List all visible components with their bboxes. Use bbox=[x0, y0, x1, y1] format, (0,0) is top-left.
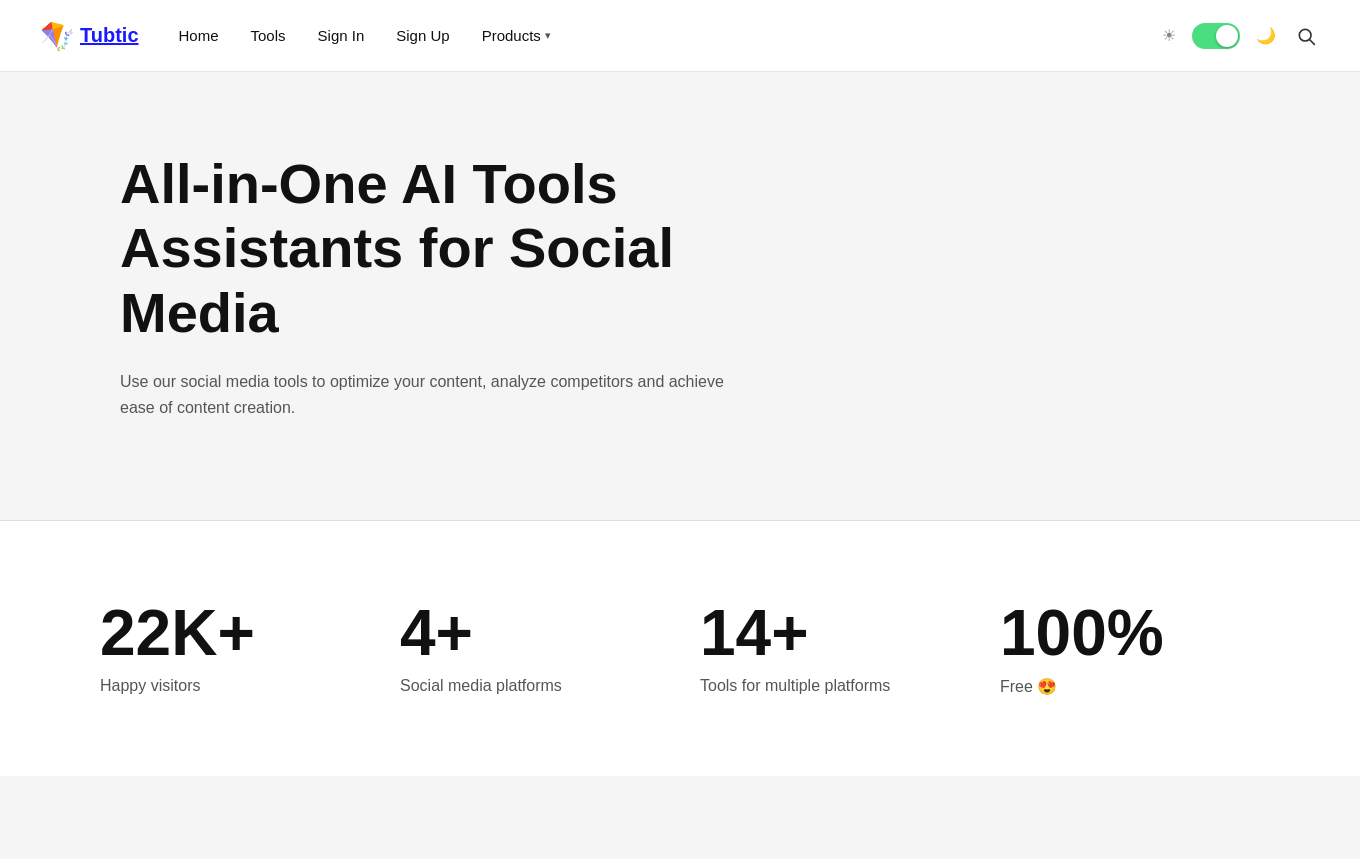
brand-logo-icon: 🪁 bbox=[40, 20, 72, 52]
stat-item-2: 14+ Tools for multiple platforms bbox=[700, 601, 960, 696]
hero-title: All-in-One AI Tools Assistants for Socia… bbox=[120, 152, 780, 345]
hero-subtitle: Use our social media tools to optimize y… bbox=[120, 369, 740, 420]
nav-link-home[interactable]: Home bbox=[179, 27, 219, 44]
hero-section: All-in-One AI Tools Assistants for Socia… bbox=[0, 72, 900, 520]
toggle-knob bbox=[1216, 25, 1238, 47]
nav-item-home[interactable]: Home bbox=[179, 27, 219, 45]
nav-left: 🪁 Tubtic Home Tools Sign In Sign Up Prod… bbox=[40, 20, 551, 52]
nav-item-signup[interactable]: Sign Up bbox=[396, 27, 449, 45]
nav-item-tools[interactable]: Tools bbox=[251, 27, 286, 45]
nav-right: ☀ 🌙 bbox=[1162, 22, 1320, 50]
stat-item-1: 4+ Social media platforms bbox=[400, 601, 660, 696]
nav-item-products[interactable]: Products ▾ bbox=[482, 27, 551, 44]
theme-toggle[interactable] bbox=[1192, 23, 1240, 49]
nav-item-signin[interactable]: Sign In bbox=[318, 27, 365, 45]
stat-number-1: 4+ bbox=[400, 601, 660, 665]
nav-link-products[interactable]: Products ▾ bbox=[482, 27, 551, 44]
nav-link-tools[interactable]: Tools bbox=[251, 27, 286, 44]
bottom-area bbox=[0, 776, 1360, 859]
stat-label-1: Social media platforms bbox=[400, 677, 660, 695]
stat-label-3: Free 😍 bbox=[1000, 677, 1260, 696]
stats-section: 22K+ Happy visitors 4+ Social media plat… bbox=[0, 521, 1360, 776]
stat-label-0: Happy visitors bbox=[100, 677, 360, 695]
stat-number-2: 14+ bbox=[700, 601, 960, 665]
moon-icon[interactable]: 🌙 bbox=[1256, 26, 1276, 45]
svg-line-1 bbox=[1310, 39, 1315, 44]
sun-icon[interactable]: ☀ bbox=[1162, 26, 1176, 45]
brand-name: Tubtic bbox=[80, 24, 139, 47]
search-button[interactable] bbox=[1292, 22, 1320, 50]
stat-item-0: 22K+ Happy visitors bbox=[100, 601, 360, 696]
nav-link-signup[interactable]: Sign Up bbox=[396, 27, 449, 44]
search-icon bbox=[1296, 26, 1316, 46]
nav-links: Home Tools Sign In Sign Up Products ▾ bbox=[179, 27, 551, 45]
navbar: 🪁 Tubtic Home Tools Sign In Sign Up Prod… bbox=[0, 0, 1360, 72]
chevron-down-icon: ▾ bbox=[545, 29, 551, 42]
brand-logo-link[interactable]: 🪁 Tubtic bbox=[40, 20, 139, 52]
nav-link-signin[interactable]: Sign In bbox=[318, 27, 365, 44]
stat-item-3: 100% Free 😍 bbox=[1000, 601, 1260, 696]
stat-label-2: Tools for multiple platforms bbox=[700, 677, 960, 695]
stat-number-3: 100% bbox=[1000, 601, 1260, 665]
stat-number-0: 22K+ bbox=[100, 601, 360, 665]
